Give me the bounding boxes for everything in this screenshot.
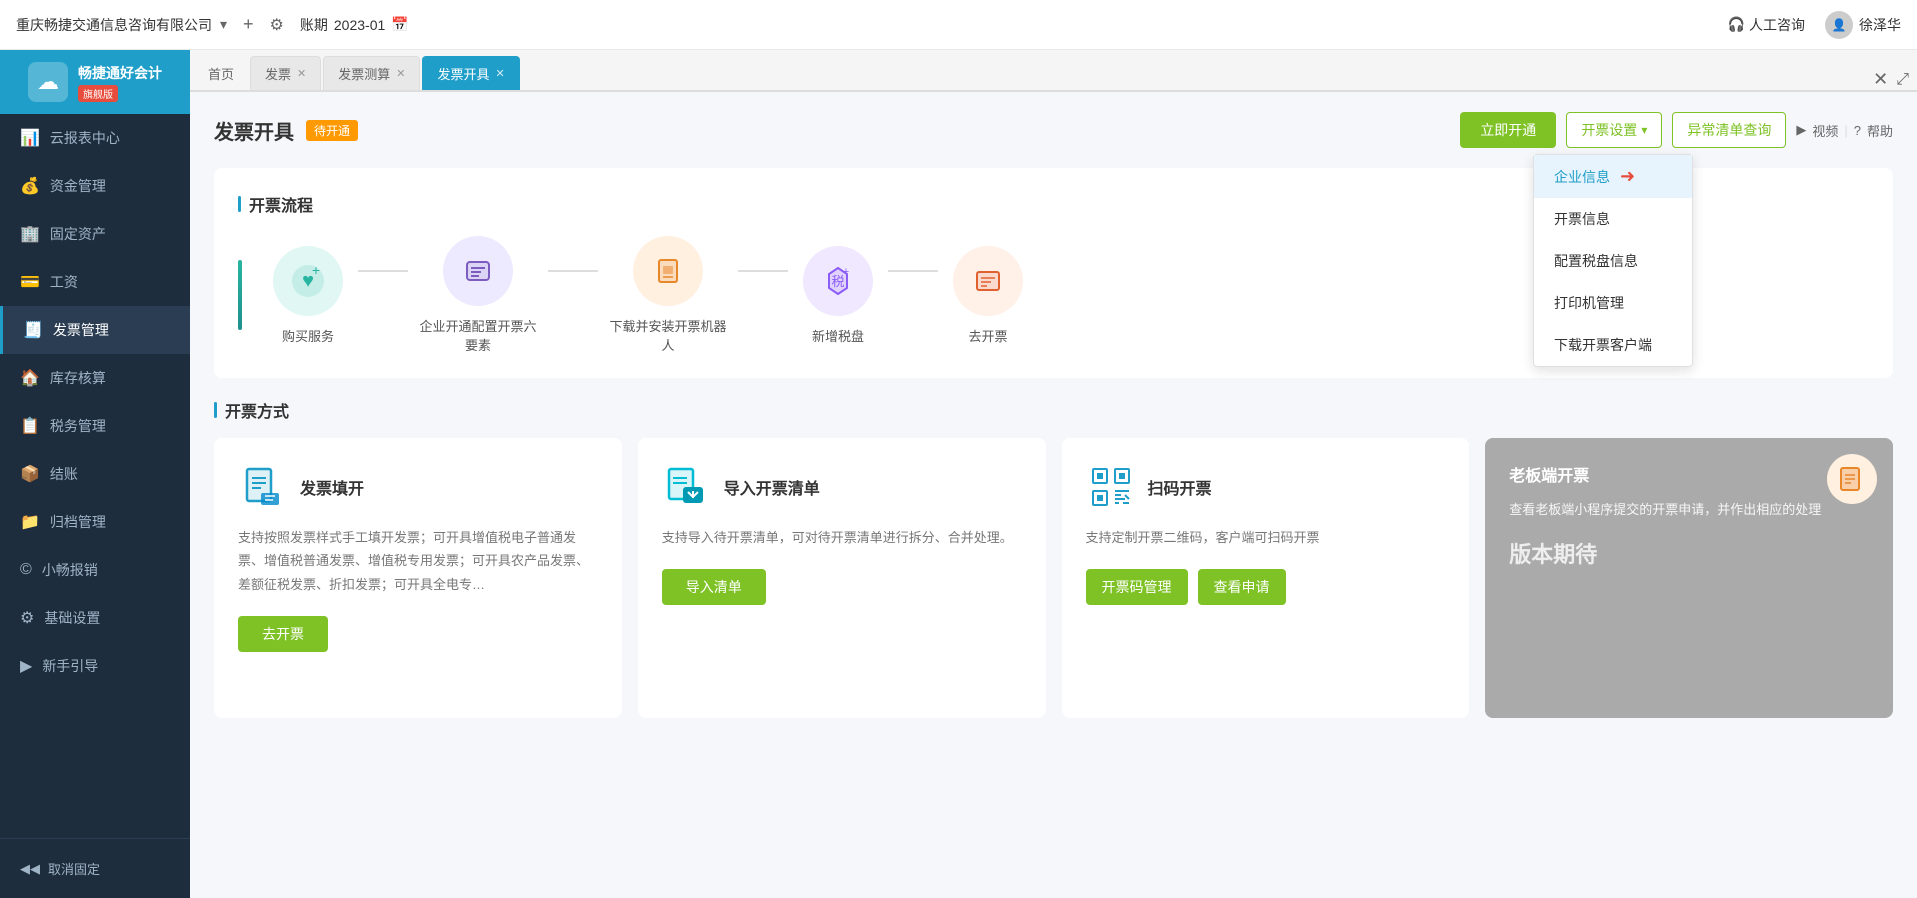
import-invoice-title: 导入开票清单 (724, 475, 820, 499)
guide-icon: ▶ (20, 656, 32, 676)
play-icon[interactable]: ▶ (1796, 122, 1806, 138)
red-arrow-icon: ➜ (1620, 166, 1635, 187)
logo-text: 畅捷通好会计 (78, 63, 162, 83)
sidebar-item-zijin[interactable]: 💰 资金管理 (0, 162, 190, 210)
company-selector[interactable]: 重庆畅捷交通信息咨询有限公司 ▾ (16, 15, 227, 35)
sidebar-item-gongzi[interactable]: 💳 工资 (0, 258, 190, 306)
dropdown-item-printer[interactable]: 打印机管理 (1534, 282, 1692, 324)
warehouse-icon: 🏠 (20, 368, 40, 388)
fill-invoice-desc: 支持按照发票样式手工填开发票；可开具增值税电子普通发票、增值税普通发票、增值税专… (238, 526, 598, 596)
exception-button[interactable]: 异常清单查询 (1672, 112, 1786, 148)
expand-icon[interactable]: ⤢ (1896, 71, 1909, 89)
import-list-button[interactable]: 导入清单 (662, 569, 766, 605)
avatar: 👤 (1825, 11, 1853, 39)
support-button[interactable]: 🎧 人工咨询 (1728, 15, 1805, 35)
sidebar-item-gudingzichan[interactable]: 🏢 固定资产 (0, 210, 190, 258)
sidebar-item-fapiao[interactable]: 🧾 发票管理 (0, 306, 190, 354)
status-badge: 待开通 (306, 120, 358, 141)
company-name: 重庆畅捷交通信息咨询有限公司 (16, 15, 212, 35)
chevron-down-icon: ▾ (220, 16, 227, 33)
activate-button[interactable]: 立即开通 (1460, 112, 1556, 148)
tab-fapiao[interactable]: 发票 ✕ (250, 56, 321, 90)
period-label: 账期 2023-01 📅 (300, 15, 409, 35)
salary-icon: 💳 (20, 272, 40, 292)
fill-invoice-title: 发票填开 (300, 475, 364, 499)
archive-icon: 📁 (20, 512, 40, 532)
fill-invoice-icon (238, 462, 288, 512)
qr-invoice-icon (1086, 462, 1136, 512)
qr-invoice-title: 扫码开票 (1148, 475, 1212, 499)
boss-card-title: 老板端开票 (1509, 462, 1869, 486)
view-apply-button[interactable]: 查看申请 (1198, 569, 1286, 605)
sidebar-item-shuiwu[interactable]: 📋 税务管理 (0, 402, 190, 450)
dropdown-item-invoice-info[interactable]: 开票信息 (1534, 198, 1692, 240)
add-company-icon[interactable]: + (243, 14, 254, 35)
kaiju-tab-close[interactable]: ✕ (496, 67, 505, 80)
import-invoice-icon (662, 462, 712, 512)
sidebar-item-kucun[interactable]: 🏠 库存核算 (0, 354, 190, 402)
qr-invoice-desc: 支持定制开票二维码，客户端可扫码开票 (1086, 526, 1446, 549)
video-label[interactable]: 视频 (1812, 121, 1838, 140)
dropdown-item-company[interactable]: 企业信息 ➜ (1534, 155, 1692, 198)
calendar-icon: 📅 (391, 16, 408, 33)
settings-dropdown-button[interactable]: 开票设置 ▾ (1566, 112, 1662, 148)
fapiao-tab-close[interactable]: ✕ (297, 67, 306, 80)
go-invoice-button[interactable]: 去开票 (238, 616, 328, 652)
flow-step-4: 税+ 新增税盘 (788, 246, 888, 345)
kaiju-tab-label: 发票开具 (437, 64, 489, 83)
gear-icon: ⚙ (20, 608, 34, 628)
user-info[interactable]: 👤 徐泽华 (1825, 11, 1901, 39)
chart-icon: 📊 (20, 128, 40, 148)
sidebar-item-xiaochang[interactable]: © 小畅报销 (0, 546, 190, 594)
flow-step-3: 下载并安装开票机器人 (598, 236, 738, 354)
qrcode-manage-button[interactable]: 开票码管理 (1086, 569, 1188, 605)
help-label[interactable]: 帮助 (1867, 121, 1893, 140)
sidebar-item-xinshouyindao[interactable]: ▶ 新手引导 (0, 642, 190, 690)
pin-icon: ◀◀ (20, 861, 40, 877)
sidebar-item-yunbaobiao[interactable]: 📊 云报表中心 (0, 114, 190, 162)
method-card-import: 导入开票清单 支持导入待开票清单，可对待开票清单进行拆分、合并处理。 导入清单 (638, 438, 1046, 718)
invoice-icon: 🧾 (23, 320, 43, 340)
home-tab-label: 首页 (208, 64, 234, 83)
headset-icon: 🎧 (1728, 16, 1745, 33)
flow-step-1: ♥+ 购买服务 (258, 246, 358, 345)
sidebar-logo: ☁ 畅捷通好会计 旗舰版 (0, 50, 190, 114)
sidebar-item-jiezhang[interactable]: 📦 结账 (0, 450, 190, 498)
tab-home[interactable]: 首页 (194, 56, 248, 90)
svg-text:+: + (312, 263, 320, 278)
tax-icon: 📋 (20, 416, 40, 436)
sidebar-item-jichushezhi[interactable]: ⚙ 基础设置 (0, 594, 190, 642)
fapiao-tab-label: 发票 (265, 64, 291, 83)
close-window-icon[interactable]: ✕ (1873, 69, 1888, 90)
version-badge: 版本期待 (1509, 537, 1869, 569)
import-invoice-desc: 支持导入待开票清单，可对待开票清单进行拆分、合并处理。 (662, 526, 1022, 549)
flow-step-2: 企业开通配置开票六要素 (408, 236, 548, 354)
cancel-pin-button[interactable]: ◀◀ 取消固定 (0, 849, 190, 888)
tab-fapiao-kaiju[interactable]: 发票开具 ✕ (422, 56, 519, 90)
close-account-icon: 📦 (20, 464, 40, 484)
reimbursement-icon: © (20, 561, 32, 579)
boss-card-desc: 查看老板端小程序提交的开票申请，并作出相应的处理 (1509, 498, 1869, 521)
methods-title: 开票方式 (214, 398, 1893, 422)
sidebar-item-guidang[interactable]: 📁 归档管理 (0, 498, 190, 546)
dropdown-item-tax-config[interactable]: 配置税盘信息 (1534, 240, 1692, 282)
flow-step-5: 去开票 (938, 246, 1038, 345)
settings-dropdown-menu: 企业信息 ➜ 开票信息 配置税盘信息 打印机管理 下 (1533, 154, 1693, 367)
svg-text:+: + (843, 266, 849, 278)
tesuan-tab-label: 发票测算 (338, 64, 390, 83)
money-icon: 💰 (20, 176, 40, 196)
building-icon: 🏢 (20, 224, 40, 244)
dropdown-item-download[interactable]: 下载开票客户端 (1534, 324, 1692, 366)
method-card-qr: 扫码开票 支持定制开票二维码，客户端可扫码开票 开票码管理 查看申请 (1062, 438, 1470, 718)
question-icon: ? (1854, 123, 1861, 138)
settings-icon[interactable]: ⚙ (270, 15, 284, 35)
tab-fapiao-tesuan[interactable]: 发票测算 ✕ (323, 56, 420, 90)
method-card-boss: 老板端开票 查看老板端小程序提交的开票申请，并作出相应的处理 版本期待 (1485, 438, 1893, 718)
chevron-down-icon: ▾ (1641, 123, 1647, 137)
tesuan-tab-close[interactable]: ✕ (396, 67, 405, 80)
logo-badge: 旗舰版 (78, 85, 118, 102)
page-title: 发票开具 (214, 116, 294, 145)
method-card-fill: 发票填开 支持按照发票样式手工填开发票；可开具增值税电子普通发票、增值税普通发票… (214, 438, 622, 718)
logo-icon: ☁ (28, 62, 68, 102)
